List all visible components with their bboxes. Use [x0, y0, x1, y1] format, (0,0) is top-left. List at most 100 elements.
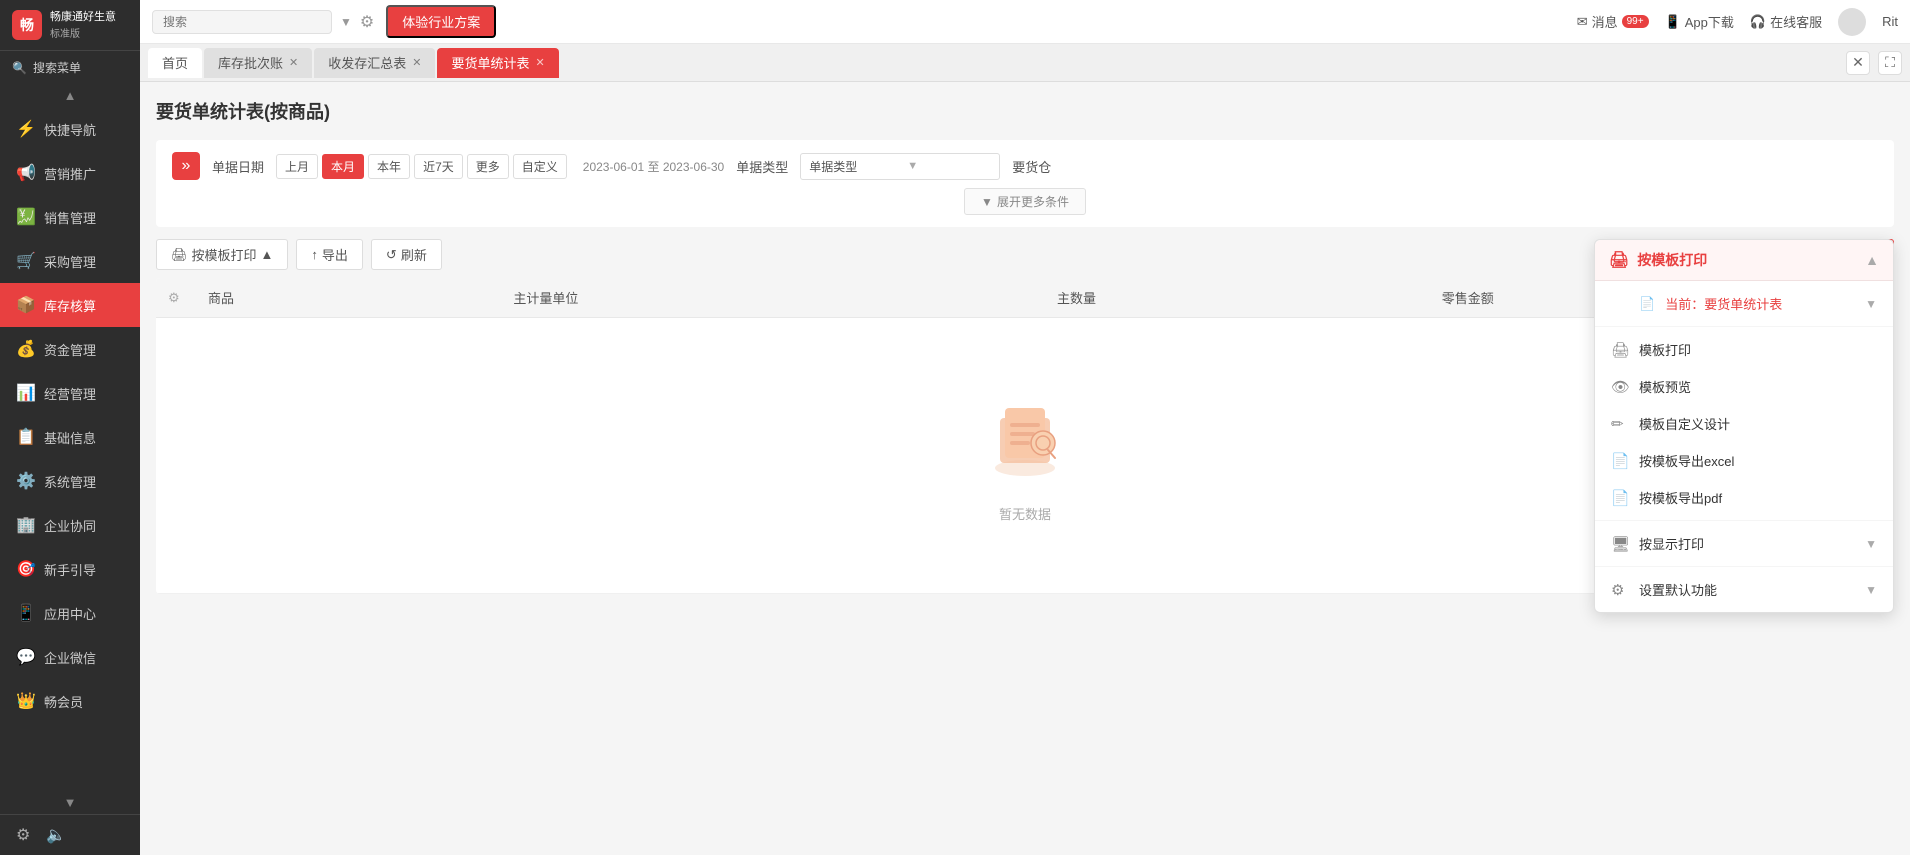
quick-nav-icon: ⚡ [16, 119, 36, 139]
main-area: ▼ ⚙ 体验行业方案 ✉ 消息 99+ 📱 App下载 🎧 在线客服 Rit 首… [140, 0, 1910, 855]
topbar-search-input[interactable] [152, 10, 332, 34]
dropdown-item-default-setting[interactable]: ⚙ 设置默认功能 ▼ [1595, 571, 1893, 608]
tab-receivable-summary-close-icon[interactable]: ✕ [412, 56, 421, 69]
dropdown-item-label: 按模板导出excel [1639, 451, 1734, 470]
expand-more-label: 展开更多条件 [997, 193, 1069, 210]
finance-icon: 💰 [16, 339, 36, 359]
dropdown-item-display-print[interactable]: 🖥 按显示打印 ▼ [1595, 525, 1893, 562]
dropdown-item-label: 按模板导出pdf [1639, 488, 1722, 507]
purchase-icon: 🛒 [16, 251, 36, 271]
dropdown-item-template-print[interactable]: 🖨 模板打印 [1595, 331, 1893, 368]
sidebar-item-purchase[interactable]: 🛒 采购管理 [0, 239, 140, 283]
sound-icon[interactable]: 🔈 [46, 825, 66, 845]
date-btn-prev-month[interactable]: 上月 [276, 154, 318, 179]
empty-text: 暂无数据 [999, 504, 1051, 523]
user-avatar[interactable] [1838, 8, 1866, 36]
sidebar-nav: ⚡ 快捷导航 📢 营销推广 💹 销售管理 🛒 采购管理 📦 库存核算 💰 资金管… [0, 107, 140, 791]
app-name: 畅康通好生意 [50, 10, 116, 24]
refresh-button[interactable]: ↺ 刷新 [371, 239, 442, 270]
message-button[interactable]: ✉ 消息 99+ [1577, 12, 1649, 31]
topbar-gear-icon[interactable]: ⚙ [360, 12, 374, 32]
date-filter-buttons: 上月 本月 本年 近7天 更多 自定义 [276, 154, 567, 179]
table-th-quantity: 主数量 [1045, 278, 1430, 318]
username-label: Rit [1882, 14, 1898, 29]
sidebar-item-finance[interactable]: 💰 资金管理 [0, 327, 140, 371]
online-service-label: 在线客服 [1770, 12, 1822, 31]
sidebar-item-label: 营销推广 [44, 164, 96, 183]
trial-button[interactable]: 体验行业方案 [386, 5, 496, 38]
sidebar-item-marketing[interactable]: 📢 营销推广 [0, 151, 140, 195]
sidebar-search-label: 搜索菜单 [33, 59, 81, 76]
sidebar-item-sales[interactable]: 💹 销售管理 [0, 195, 140, 239]
sidebar-item-label: 销售管理 [44, 208, 96, 227]
member-icon: 👑 [16, 691, 36, 711]
settings-icon[interactable]: ⚙ [16, 825, 30, 845]
sidebar-item-guide[interactable]: 🎯 新手引导 [0, 547, 140, 591]
sidebar-item-label: 快捷导航 [44, 120, 96, 139]
date-btn-more[interactable]: 更多 [467, 154, 509, 179]
dropdown-item-template-preview[interactable]: 👁 模板预览 [1595, 368, 1893, 405]
sidebar-item-label: 库存核算 [44, 296, 96, 315]
message-icon: ✉ [1577, 14, 1588, 30]
tab-order-summary-close-icon[interactable]: ✕ [536, 56, 545, 69]
tab-order-summary-label: 要货单统计表 [451, 53, 529, 72]
tabbar-right-controls: ✕ ⛶ [1846, 51, 1902, 75]
date-btn-current-year[interactable]: 本年 [368, 154, 410, 179]
sidebar-item-label: 企业协同 [44, 516, 96, 535]
message-label: 消息 [1592, 12, 1618, 31]
filter-card: » 单据日期 上月 本月 本年 近7天 更多 自定义 2023-06-01 至 … [156, 140, 1894, 227]
sidebar-scroll-down[interactable]: ▼ [0, 791, 140, 814]
tab-receivable-summary[interactable]: 收发存汇总表 ✕ [314, 48, 435, 78]
expand-chevron-icon: ▼ [981, 195, 993, 209]
template-print-icon: 🖨 [1611, 341, 1629, 359]
dropdown-collapse-icon[interactable]: ▲ [1865, 252, 1879, 268]
export-label: 导出 [322, 245, 348, 264]
sidebar-item-enterprise[interactable]: 🏢 企业协同 [0, 503, 140, 547]
order-type-chevron-icon: ▼ [907, 160, 918, 172]
dropdown-current-item[interactable]: 📄 当前：要货单统计表 ▼ [1595, 285, 1893, 322]
date-btn-current-month[interactable]: 本月 [322, 154, 364, 179]
dropdown-item-template-custom[interactable]: ✏ 模板自定义设计 [1595, 405, 1893, 442]
tab-inventory-batch-close-icon[interactable]: ✕ [289, 56, 298, 69]
sidebar-scroll-up[interactable]: ▲ [0, 84, 140, 107]
tab-close-all-button[interactable]: ✕ [1846, 51, 1870, 75]
expand-more-button[interactable]: ▼ 展开更多条件 [964, 188, 1086, 215]
logo-text-group: 畅康通好生意 标准版 [50, 10, 116, 39]
dropdown-current-label: 当前：要货单统计表 [1665, 294, 1782, 313]
export-button[interactable]: ↑ 导出 [296, 239, 363, 270]
sidebar-item-inventory[interactable]: 📦 库存核算 [0, 283, 140, 327]
tab-fullscreen-button[interactable]: ⛶ [1878, 51, 1902, 75]
export-icon: ↑ [311, 247, 318, 262]
sidebar-search[interactable]: 🔍 搜索菜单 [0, 51, 140, 84]
order-type-select-label: 单据类型 [809, 158, 857, 175]
sidebar-item-label: 应用中心 [44, 604, 96, 623]
message-badge: 99+ [1622, 15, 1649, 28]
sidebar-item-system[interactable]: ⚙️ 系统管理 [0, 459, 140, 503]
order-type-select[interactable]: 单据类型 ▼ [800, 153, 1000, 180]
topbar-search-chevron-icon[interactable]: ▼ [340, 15, 352, 29]
sidebar-item-base[interactable]: 📋 基础信息 [0, 415, 140, 459]
tab-inventory-batch[interactable]: 库存批次账 ✕ [204, 48, 312, 78]
filter-toggle-button[interactable]: » [172, 152, 200, 180]
dropdown-item-export-excel[interactable]: 📄 按模板导出excel [1595, 442, 1893, 479]
sidebar-item-member[interactable]: 👑 畅会员 [0, 679, 140, 723]
date-filter-label: 单据日期 [212, 157, 264, 176]
print-template-button[interactable]: 🖨 按模板打印 ▲ [156, 239, 288, 270]
tab-home[interactable]: 首页 [148, 48, 202, 78]
online-service-button[interactable]: 🎧 在线客服 [1750, 12, 1822, 31]
date-btn-last7[interactable]: 近7天 [414, 154, 463, 179]
dropdown-print-icon: 🖨 [1609, 250, 1629, 270]
sidebar-item-operation[interactable]: 📊 经营管理 [0, 371, 140, 415]
tab-order-summary[interactable]: 要货单统计表 ✕ [437, 48, 558, 78]
sidebar: 畅 畅康通好生意 标准版 🔍 搜索菜单 ▲ ⚡ 快捷导航 📢 营销推广 💹 销售… [0, 0, 140, 855]
sidebar-item-app-center[interactable]: 📱 应用中心 [0, 591, 140, 635]
sidebar-item-wechat[interactable]: 💬 企业微信 [0, 635, 140, 679]
table-settings-icon[interactable]: ⚙ [168, 290, 180, 305]
date-btn-custom[interactable]: 自定义 [513, 154, 567, 179]
table-th-settings[interactable]: ⚙ [156, 278, 196, 318]
sidebar-item-label: 基础信息 [44, 428, 96, 447]
app-download-button[interactable]: 📱 App下载 [1665, 12, 1734, 31]
default-setting-chevron-icon: ▼ [1865, 583, 1877, 597]
dropdown-item-export-pdf[interactable]: 📄 按模板导出pdf [1595, 479, 1893, 516]
sidebar-item-quick-nav[interactable]: ⚡ 快捷导航 [0, 107, 140, 151]
